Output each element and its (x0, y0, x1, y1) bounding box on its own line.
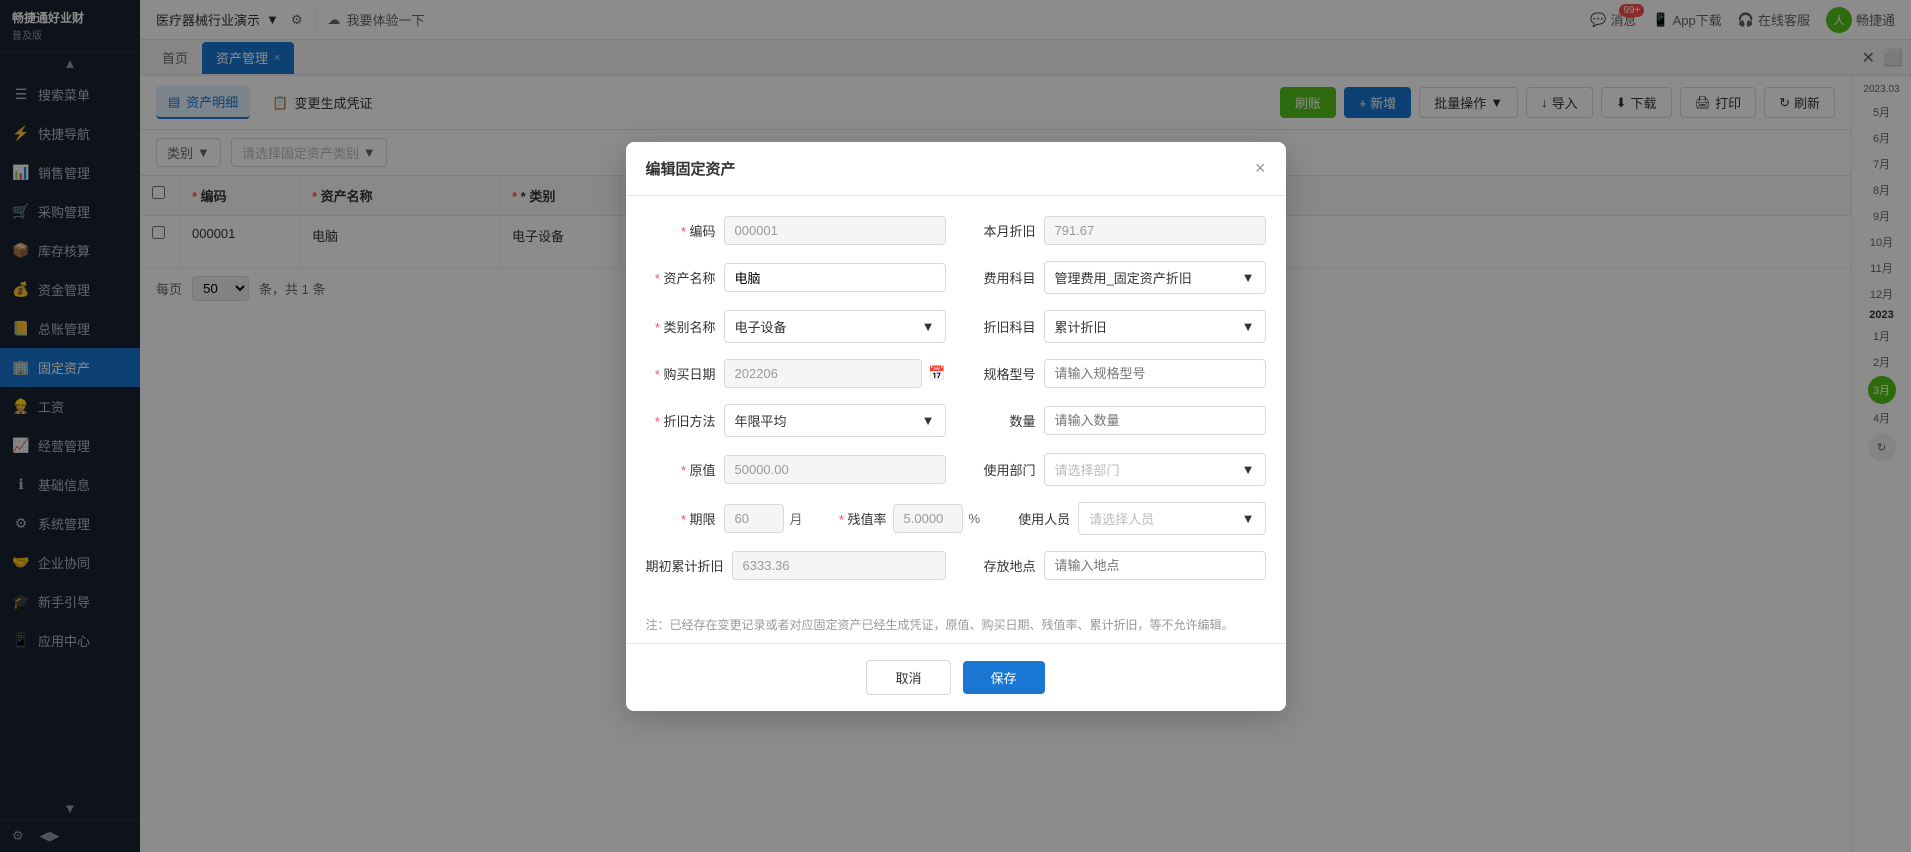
field-expense-subject: 费用科目 管理费用_固定资产折旧 ▼ (966, 261, 1266, 294)
dialog-row-4: 购买日期 📅 规格型号 (646, 359, 1266, 388)
field-spec-model: 规格型号 (966, 359, 1266, 388)
residual-rate-label: 残值率 (817, 509, 887, 528)
edit-fixed-asset-dialog: 编辑固定资产 × 编码 本月折旧 (626, 142, 1286, 711)
chevron-down-icon: ▼ (1242, 319, 1255, 334)
use-person-select[interactable]: 请选择人员 ▼ (1078, 502, 1265, 535)
dep-subject-label: 折旧科目 (966, 317, 1036, 336)
initial-dep-input[interactable] (732, 551, 946, 580)
code-label: 编码 (646, 221, 716, 240)
dialog-row-3: 类别名称 电子设备 ▼ 折旧科目 累计折旧 ▼ (646, 310, 1266, 343)
expense-subject-select[interactable]: 管理费用_固定资产折旧 ▼ (1044, 261, 1266, 294)
calendar-picker-icon[interactable]: 📅 (928, 365, 945, 382)
category-select[interactable]: 电子设备 ▼ (724, 310, 946, 343)
period-group: 月 残值率 % (724, 504, 981, 533)
period-input[interactable] (724, 504, 784, 533)
dialog-row-8: 期初累计折旧 存放地点 (646, 551, 1266, 580)
original-value-label: 原值 (646, 460, 716, 479)
use-dept-select[interactable]: 请选择部门 ▼ (1044, 453, 1266, 486)
initial-dep-label: 期初累计折旧 (646, 556, 724, 575)
quantity-label: 数量 (966, 411, 1036, 430)
spec-model-label: 规格型号 (966, 364, 1036, 383)
dialog-row-1: 编码 本月折旧 (646, 216, 1266, 245)
original-value-input[interactable] (724, 455, 946, 484)
period-unit: 月 (790, 509, 803, 528)
spec-model-input[interactable] (1044, 359, 1266, 388)
purchase-date-input[interactable] (724, 359, 923, 388)
asset-name-label: 资产名称 (646, 268, 716, 287)
field-asset-name: 资产名称 (646, 263, 946, 292)
dep-subject-select[interactable]: 累计折旧 ▼ (1044, 310, 1266, 343)
field-use-dept: 使用部门 请选择部门 ▼ (966, 453, 1266, 486)
asset-name-input[interactable] (724, 263, 946, 292)
use-dept-label: 使用部门 (966, 460, 1036, 479)
residual-rate-unit: % (969, 511, 981, 526)
field-purchase-date: 购买日期 📅 (646, 359, 946, 388)
dialog-row-5: 折旧方法 年限平均 ▼ 数量 (646, 404, 1266, 437)
chevron-down-icon: ▼ (922, 319, 935, 334)
expense-subject-label: 费用科目 (966, 268, 1036, 287)
field-code: 编码 (646, 216, 946, 245)
chevron-down-icon: ▼ (1242, 511, 1255, 526)
field-storage: 存放地点 (966, 551, 1266, 580)
dialog-close-btn[interactable]: × (1255, 158, 1266, 179)
field-dep-method: 折旧方法 年限平均 ▼ (646, 404, 946, 437)
dialog-body: 编码 本月折旧 资产名称 费用科目 (626, 196, 1286, 616)
chevron-down-icon: ▼ (1242, 270, 1255, 285)
dialog-row-7: 期限 月 残值率 % 使用人员 请选择人员 ▼ (646, 502, 1266, 535)
storage-label: 存放地点 (966, 556, 1036, 575)
quantity-input[interactable] (1044, 406, 1266, 435)
dialog-row-2: 资产名称 费用科目 管理费用_固定资产折旧 ▼ (646, 261, 1266, 294)
field-period-residual: 期限 月 残值率 % (646, 504, 981, 533)
field-category: 类别名称 电子设备 ▼ (646, 310, 946, 343)
storage-input[interactable] (1044, 551, 1266, 580)
code-input[interactable] (724, 216, 946, 245)
purchase-date-label: 购买日期 (646, 364, 716, 383)
dialog-row-6: 原值 使用部门 请选择部门 ▼ (646, 453, 1266, 486)
dep-method-label: 折旧方法 (646, 411, 716, 430)
monthly-dep-input[interactable] (1044, 216, 1266, 245)
dialog-note: 注：已经存在变更记录或者对应固定资产已经生成凭证，原值、购买日期、残值率、累计折… (626, 616, 1286, 643)
residual-rate-input[interactable] (893, 504, 963, 533)
cancel-button[interactable]: 取消 (866, 660, 950, 695)
dialog-title: 编辑固定资产 (646, 158, 736, 179)
field-quantity: 数量 (966, 406, 1266, 435)
field-use-person: 使用人员 请选择人员 ▼ (1000, 502, 1265, 535)
chevron-down-icon: ▼ (922, 413, 935, 428)
field-monthly-dep: 本月折旧 (966, 216, 1266, 245)
monthly-dep-label: 本月折旧 (966, 221, 1036, 240)
save-button[interactable]: 保存 (963, 661, 1045, 694)
dialog-footer: 取消 保存 (626, 643, 1286, 711)
category-label: 类别名称 (646, 317, 716, 336)
period-label: 期限 (646, 509, 716, 528)
chevron-down-icon: ▼ (1242, 462, 1255, 477)
field-original-value: 原值 (646, 455, 946, 484)
dialog-overlay: 编辑固定资产 × 编码 本月折旧 (140, 0, 1911, 852)
field-initial-dep: 期初累计折旧 (646, 551, 946, 580)
main-area: 医疗器械行业演示 ▼ ⚙ ☁ 我要体验一下 💬 消息 99+ 📱 App下载 🎧… (140, 0, 1911, 852)
field-dep-subject: 折旧科目 累计折旧 ▼ (966, 310, 1266, 343)
dialog-header: 编辑固定资产 × (626, 142, 1286, 196)
dep-method-select[interactable]: 年限平均 ▼ (724, 404, 946, 437)
use-person-label: 使用人员 (1000, 509, 1070, 528)
purchase-date-group: 📅 (724, 359, 946, 388)
